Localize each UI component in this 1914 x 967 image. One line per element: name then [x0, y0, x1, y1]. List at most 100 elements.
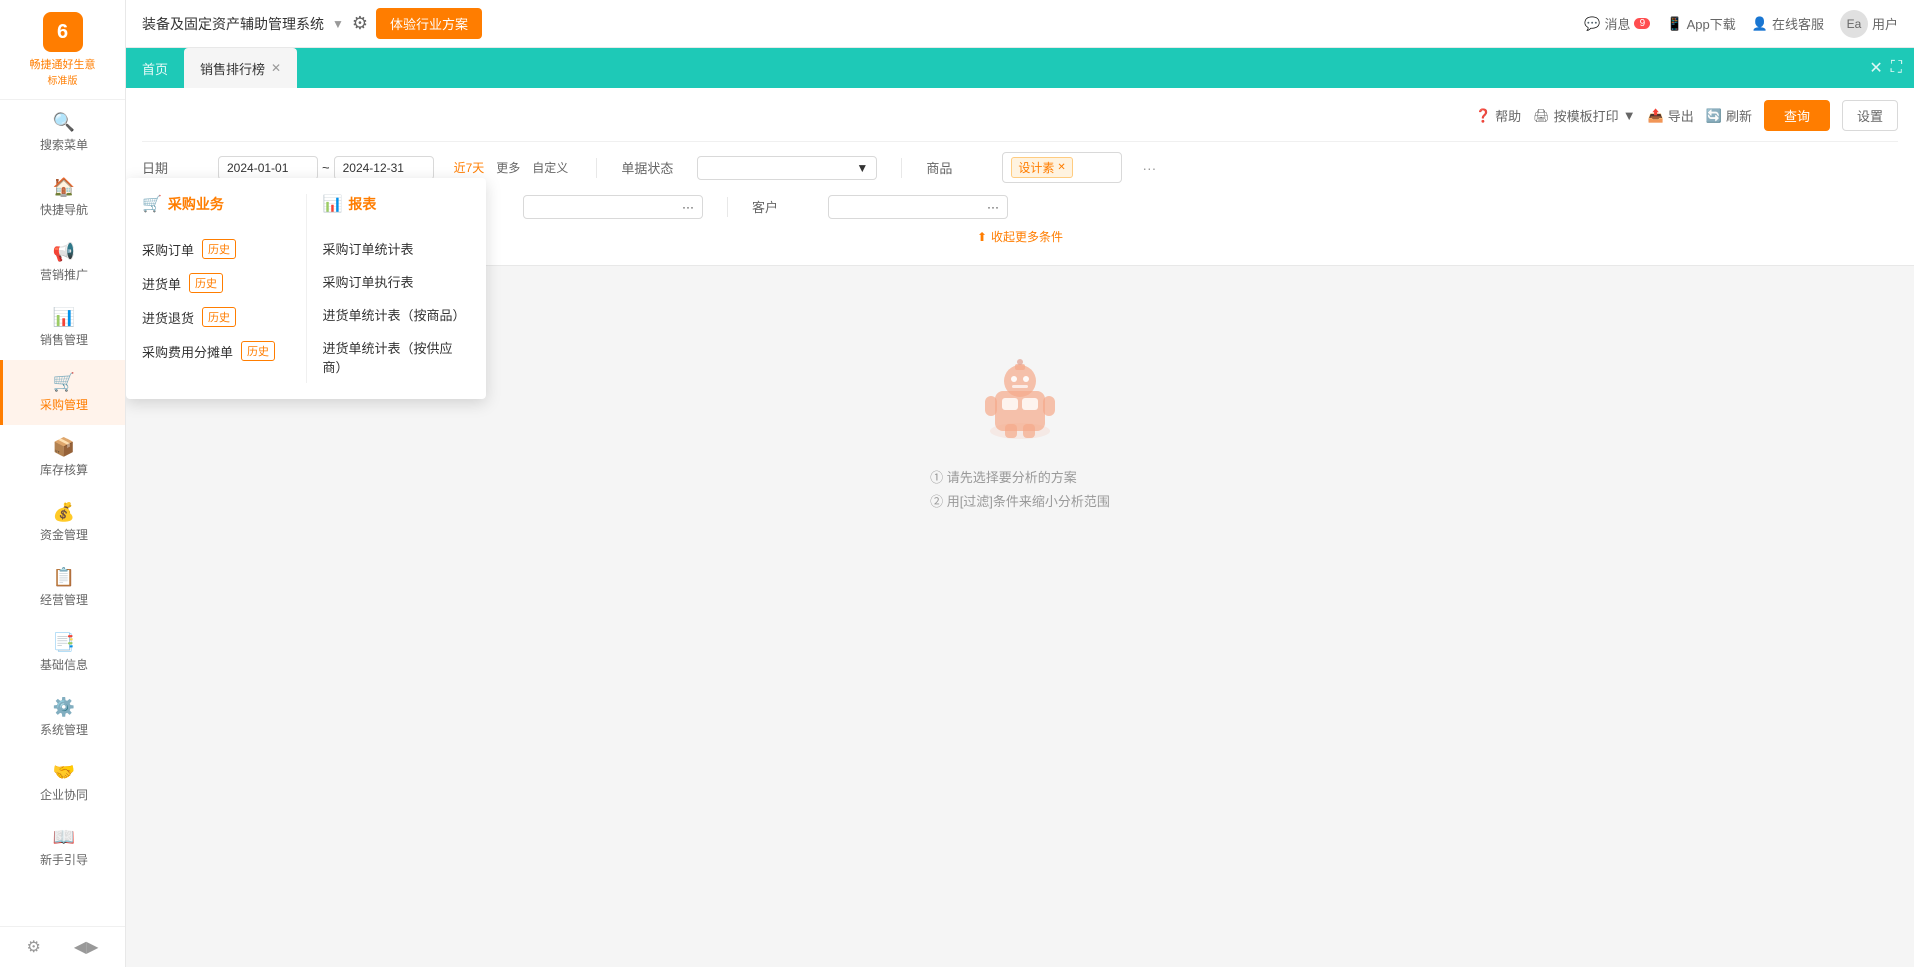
stock-in-badge: 历史 — [189, 273, 223, 293]
online-service-label: 在线客服 — [1772, 14, 1824, 33]
date-quick-more[interactable]: 更多 — [492, 157, 524, 178]
app-download-btn[interactable]: 📱 App下载 — [1666, 14, 1735, 33]
industry-btn[interactable]: 体验行业方案 — [376, 8, 482, 39]
print-dropdown-icon[interactable]: ▼ — [1623, 108, 1636, 123]
date-quick-btns: 近7天 更多 自定义 — [450, 157, 573, 178]
report-col-label: 报表 — [348, 194, 376, 214]
user-btn[interactable]: Ea 用户 — [1840, 10, 1898, 38]
help-btn[interactable]: ❓ 帮助 — [1475, 106, 1521, 125]
goods-tag-input[interactable]: 设计素 ✕ — [1002, 152, 1122, 183]
menu-item-stock-stat-supplier[interactable]: 进货单统计表（按供应商） — [323, 331, 471, 383]
sidebar-item-label: 搜索菜单 — [40, 136, 88, 153]
purchase-expense-badge: 历史 — [241, 341, 275, 361]
refresh-btn[interactable]: 🔄 刷新 — [1706, 106, 1752, 125]
service-icon: 👤 — [1752, 16, 1768, 32]
sidebar-item-marketing[interactable]: 📢 营销推广 — [0, 230, 125, 295]
menu-item-purchase-order-stat[interactable]: 采购订单统计表 — [323, 232, 471, 265]
filter-toolbar: ❓ 帮助 🖨 按模板打印 ▼ 📤 导出 🔄 刷新 — [142, 100, 1898, 142]
tab-close-all-btn[interactable]: ✕ — [1869, 58, 1882, 78]
menu-item-stock-return[interactable]: 进货退货 历史 — [142, 300, 290, 334]
sidebar-item-system[interactable]: ⚙️ 系统管理 — [0, 685, 125, 750]
sidebar-item-search[interactable]: 🔍 搜索菜单 — [0, 100, 125, 165]
purchase-order-stat-label: 采购订单统计表 — [323, 239, 414, 258]
setting-btn[interactable]: 设置 — [1842, 100, 1898, 131]
date-start-input[interactable]: 2024-01-01 — [218, 156, 318, 180]
sidebar-item-guide[interactable]: 📖 新手引导 — [0, 815, 125, 880]
tab-home[interactable]: 首页 — [126, 48, 184, 88]
goods-tag-close[interactable]: ✕ — [1057, 162, 1065, 173]
sidebar-item-corp[interactable]: 🤝 企业协同 — [0, 750, 125, 815]
tab-sales-rank-label: 销售排行榜 — [200, 59, 265, 78]
refresh-icon: 🔄 — [1706, 108, 1722, 124]
customer-label: 客户 — [752, 197, 812, 216]
salesperson-select[interactable]: ··· — [523, 195, 703, 219]
goods-more-btn[interactable]: ··· — [1138, 160, 1160, 176]
query-btn[interactable]: 查询 — [1764, 100, 1830, 131]
system-icon: ⚙️ — [53, 697, 75, 718]
sidebar-settings-btn[interactable]: ⚙ — [27, 937, 41, 957]
sidebar-item-quick[interactable]: 🏠 快捷导航 — [0, 165, 125, 230]
export-btn[interactable]: 📤 导出 — [1648, 106, 1694, 125]
menu-item-purchase-expense[interactable]: 采购费用分摊单 历史 — [142, 334, 290, 368]
sidebar-item-label: 企业协同 — [40, 786, 88, 803]
doc-status-label: 单据状态 — [621, 158, 681, 177]
report-col-icon: 📊 — [323, 194, 343, 214]
search-icon: 🔍 — [53, 112, 75, 133]
logo-icon: 6 — [43, 12, 83, 52]
empty-hint-2: ② 用[过滤]条件来缩小分析范围 — [930, 490, 1110, 514]
topbar-settings-icon[interactable]: ⚙ — [352, 13, 368, 34]
menu-item-stock-in[interactable]: 进货单 历史 — [142, 266, 290, 300]
phone-icon: 📱 — [1666, 16, 1682, 32]
sidebar-item-finance[interactable]: 💰 资金管理 — [0, 490, 125, 555]
sidebar-item-purchase[interactable]: 🛒 采购管理 — [0, 360, 125, 425]
menu-col-report: 📊 报表 采购订单统计表 采购订单执行表 进货单统计表（按商品） — [323, 194, 471, 383]
tabbar-actions: ✕ ⛶ — [1869, 58, 1914, 78]
print-btn[interactable]: 🖨 按模板打印 ▼ — [1533, 106, 1635, 125]
customer-select[interactable]: ··· — [828, 195, 1008, 219]
topbar-left: 装备及固定资产辅助管理系统 ▼ ⚙ 体验行业方案 — [142, 8, 482, 39]
tab-expand-btn[interactable]: ⛶ — [1891, 59, 1902, 77]
menu-col-purchase: 🛒 采购业务 采购订单 历史 进货单 历史 进货退货 — [142, 194, 290, 383]
report-col-title: 📊 报表 — [323, 194, 471, 220]
date-quick-custom[interactable]: 自定义 — [528, 157, 572, 178]
purchase-order-badge: 历史 — [202, 239, 236, 259]
sidebar-item-inventory[interactable]: 📦 库存核算 — [0, 425, 125, 490]
menu-item-purchase-order[interactable]: 采购订单 历史 — [142, 232, 290, 266]
tab-close-icon[interactable]: ✕ — [271, 61, 281, 75]
empty-text: ① 请先选择要分析的方案 ② 用[过滤]条件来缩小分析范围 — [930, 466, 1110, 514]
sidebar-nav: 🔍 搜索菜单 🏠 快捷导航 📢 营销推广 📊 销售管理 🛒 采购管理 📦 — [0, 100, 125, 926]
sidebar-collapse-btn[interactable]: ◀▶ — [74, 937, 99, 957]
menu-item-purchase-order-exec[interactable]: 采购订单执行表 — [323, 265, 471, 298]
stock-return-label: 进货退货 — [142, 308, 194, 327]
hint-num-2: ② — [930, 494, 947, 509]
sidebar-item-operation[interactable]: 📋 经营管理 — [0, 555, 125, 620]
finance-icon: 💰 — [53, 502, 75, 523]
tabbar: 首页 销售排行榜 ✕ ✕ ⛶ — [126, 48, 1914, 88]
menu-item-stock-stat-goods[interactable]: 进货单统计表（按商品） — [323, 298, 471, 331]
date-end-input[interactable]: 2024-12-31 — [334, 156, 434, 180]
user-label: 用户 — [1872, 14, 1898, 33]
sidebar-item-basic[interactable]: 📑 基础信息 — [0, 620, 125, 685]
sidebar-item-sales[interactable]: 📊 销售管理 — [0, 295, 125, 360]
date-range-control: 2024-01-01 ~ 2024-12-31 — [218, 156, 434, 180]
operation-icon: 📋 — [53, 567, 75, 588]
sidebar-item-label: 营销推广 — [40, 266, 88, 283]
date-separator: ~ — [322, 160, 330, 175]
user-avatar: Ea — [1840, 10, 1868, 38]
divider-1 — [596, 158, 597, 178]
export-icon: 📤 — [1648, 108, 1664, 124]
tab-sales-rank[interactable]: 销售排行榜 ✕ — [184, 48, 297, 88]
empty-icon — [960, 346, 1080, 446]
goods-tag: 设计素 ✕ — [1011, 157, 1072, 178]
topbar-arrow-icon[interactable]: ▼ — [332, 17, 344, 31]
stock-return-badge: 历史 — [202, 307, 236, 327]
home-icon: 🏠 — [53, 177, 75, 198]
date-quick-7days[interactable]: 近7天 — [450, 157, 489, 178]
doc-status-select[interactable]: ▼ — [697, 156, 877, 180]
online-service-btn[interactable]: 👤 在线客服 — [1752, 14, 1824, 33]
sidebar-item-label: 经营管理 — [40, 591, 88, 608]
purchase-col-label: 采购业务 — [168, 194, 224, 214]
message-btn[interactable]: 💬 消息 9 — [1584, 14, 1650, 33]
app-download-label: App下载 — [1687, 14, 1736, 33]
purchase-order-exec-label: 采购订单执行表 — [323, 272, 414, 291]
